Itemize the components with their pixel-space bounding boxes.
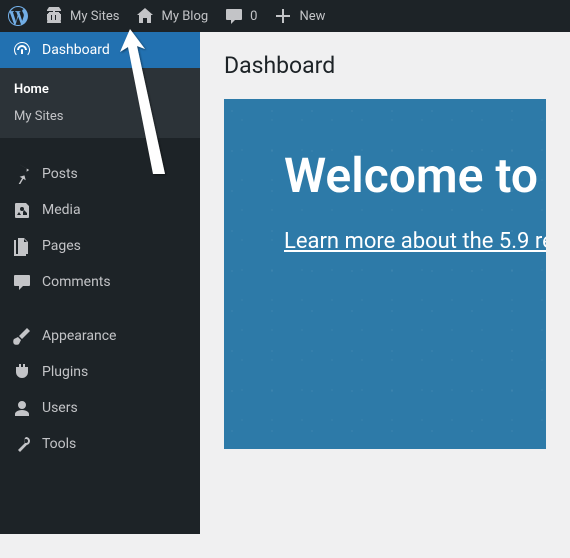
plugin-icon [12, 362, 32, 382]
sidebar-item-dashboard[interactable]: Dashboard [0, 32, 200, 68]
my-blog-label: My Blog [161, 9, 208, 24]
sidebar-item-tools[interactable]: Tools [0, 426, 200, 462]
dashboard-label: Dashboard [42, 42, 110, 58]
my-blog-button[interactable]: My Blog [127, 0, 216, 32]
sidebar-item-pages[interactable]: Pages [0, 228, 200, 264]
users-label: Users [42, 400, 78, 416]
separator [0, 138, 200, 156]
separator [0, 300, 200, 318]
media-icon [12, 200, 32, 220]
pin-icon [12, 164, 32, 184]
comments-icon [12, 272, 32, 292]
new-button[interactable]: New [265, 0, 333, 32]
brush-icon [12, 326, 32, 346]
posts-label: Posts [42, 166, 78, 182]
main-container: Dashboard Home My Sites Posts Media Page… [0, 32, 570, 534]
wordpress-logo-button[interactable] [0, 0, 36, 32]
sidebar-item-posts[interactable]: Posts [0, 156, 200, 192]
dashboard-submenu: Home My Sites [0, 68, 200, 138]
comment-icon [224, 6, 244, 26]
my-sites-label: My Sites [70, 9, 119, 24]
plus-icon [273, 6, 293, 26]
media-label: Media [42, 202, 81, 218]
sidebar-item-users[interactable]: Users [0, 390, 200, 426]
welcome-title: Welcome to WordPress! [284, 147, 498, 205]
welcome-learn-more-link[interactable]: Learn more about the 5.9 release. [284, 229, 546, 254]
admin-topbar: My Sites My Blog 0 New [0, 0, 570, 32]
submenu-item-my-sites[interactable]: My Sites [0, 103, 200, 130]
appearance-label: Appearance [42, 328, 116, 344]
sidebar-item-appearance[interactable]: Appearance [0, 318, 200, 354]
sidebar-item-plugins[interactable]: Plugins [0, 354, 200, 390]
home-icon [135, 6, 155, 26]
comments-count: 0 [250, 9, 257, 24]
wordpress-logo-icon [8, 6, 28, 26]
my-sites-button[interactable]: My Sites [36, 0, 127, 32]
tools-icon [12, 434, 32, 454]
admin-sidebar: Dashboard Home My Sites Posts Media Page… [0, 32, 200, 534]
network-sites-icon [44, 6, 64, 26]
pages-label: Pages [42, 238, 81, 254]
main-content: Dashboard Welcome to WordPress! Learn mo… [200, 32, 570, 534]
sidebar-item-comments[interactable]: Comments [0, 264, 200, 300]
dashboard-icon [12, 40, 32, 60]
new-label: New [299, 9, 325, 24]
user-icon [12, 398, 32, 418]
welcome-panel: Welcome to WordPress! Learn more about t… [224, 99, 546, 449]
sidebar-item-media[interactable]: Media [0, 192, 200, 228]
page-title: Dashboard [224, 52, 546, 79]
plugins-label: Plugins [42, 364, 88, 380]
pages-icon [12, 236, 32, 256]
comments-label: Comments [42, 274, 111, 290]
comments-button[interactable]: 0 [216, 0, 265, 32]
tools-label: Tools [42, 436, 76, 452]
submenu-item-home[interactable]: Home [0, 76, 200, 103]
